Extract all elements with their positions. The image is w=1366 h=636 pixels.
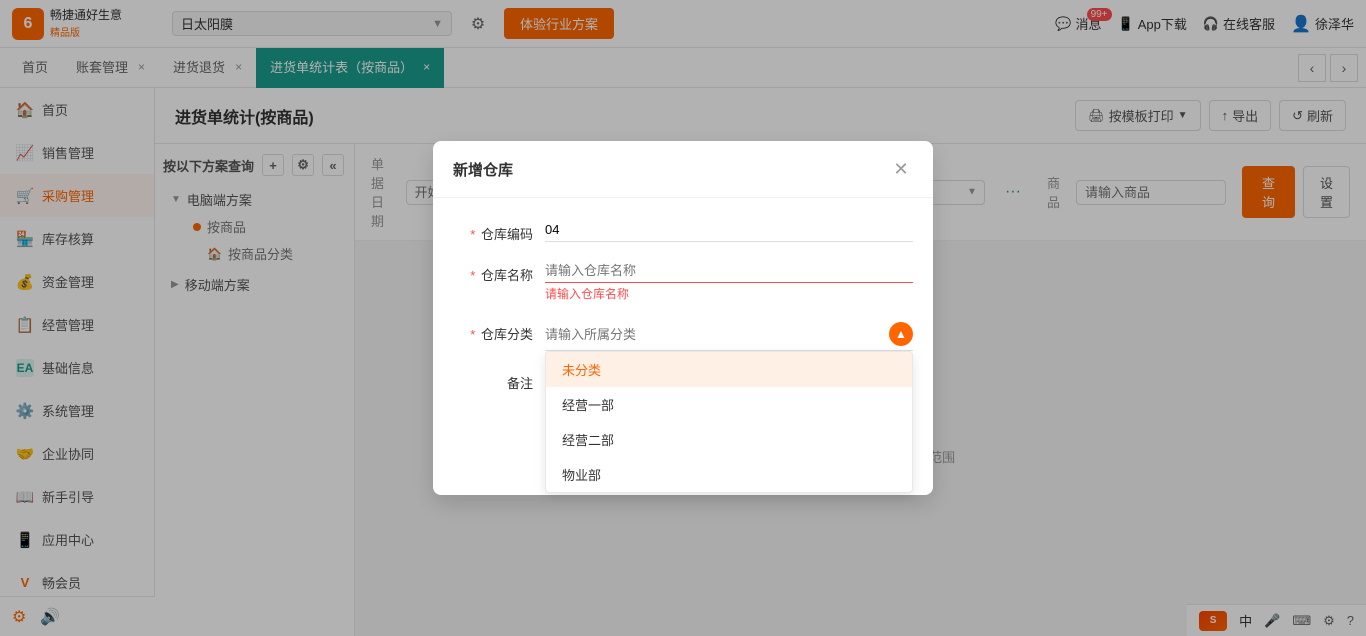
category-control: ▲ 未分类 经营一部 经营二部 物业部 [545, 318, 913, 351]
name-input[interactable] [545, 259, 913, 283]
category-label: * 仓库分类 [453, 318, 533, 343]
dropdown-option-2[interactable]: 经营二部 [546, 422, 912, 457]
modal-title: 新增仓库 [453, 159, 513, 180]
name-label: * 仓库名称 [453, 259, 533, 284]
code-label: * 仓库编码 [453, 218, 533, 243]
code-input[interactable] [545, 218, 913, 242]
modal-overlay[interactable]: 新增仓库 ✕ * 仓库编码 * 仓库名称 [0, 0, 1366, 636]
category-input-row: ▲ [545, 318, 913, 351]
category-input[interactable] [545, 327, 889, 342]
notes-label: 备注 [453, 367, 533, 392]
dropdown-option-1[interactable]: 经营一部 [546, 387, 912, 422]
name-error-msg: 请输入仓库名称 [545, 285, 913, 302]
modal-body: * 仓库编码 * 仓库名称 请输入仓库名称 [433, 198, 933, 428]
modal-close-button[interactable]: ✕ [889, 157, 913, 181]
category-dropdown-list: 未分类 经营一部 经营二部 物业部 [545, 351, 913, 493]
form-row-code: * 仓库编码 [453, 218, 913, 243]
dropdown-option-0[interactable]: 未分类 [546, 352, 912, 387]
modal-header: 新增仓库 ✕ [433, 141, 933, 198]
code-control [545, 218, 913, 242]
name-control: 请输入仓库名称 [545, 259, 913, 302]
add-warehouse-modal: 新增仓库 ✕ * 仓库编码 * 仓库名称 [433, 141, 933, 495]
dropdown-option-3[interactable]: 物业部 [546, 457, 912, 492]
category-dropdown-toggle[interactable]: ▲ [889, 322, 913, 346]
form-row-category: * 仓库分类 ▲ 未分类 经营一部 经营二部 物业部 [453, 318, 913, 351]
form-row-name: * 仓库名称 请输入仓库名称 [453, 259, 913, 302]
